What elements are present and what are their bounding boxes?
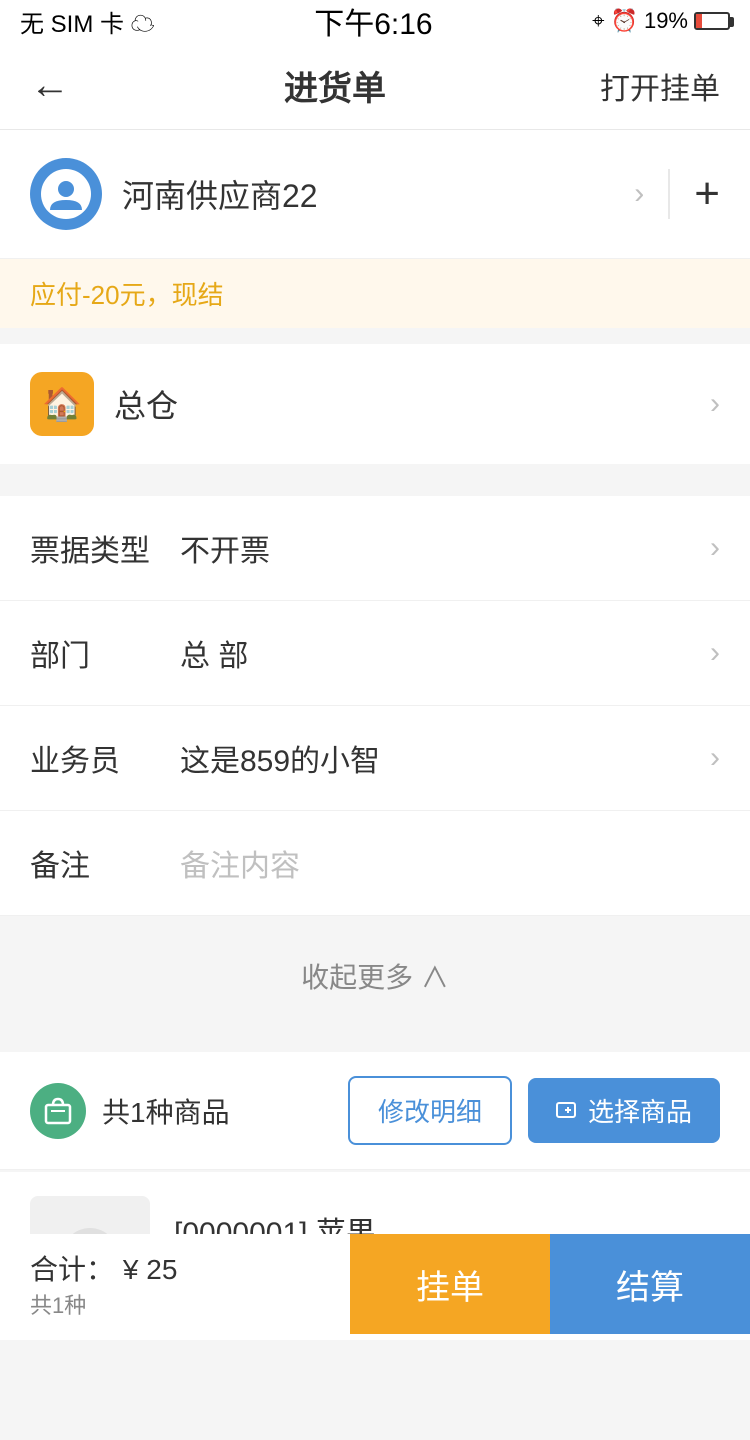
warehouse-icon: 🏠 — [30, 372, 94, 436]
user-icon — [48, 176, 84, 212]
supplier-section: 河南供应商22 › + 应付-20元，现结 — [0, 130, 750, 328]
nav-bar: ← 进货单 打开挂单 — [0, 42, 750, 130]
collapse-more-button[interactable]: 收起更多 ∧ — [0, 932, 750, 1020]
ticket-chevron: › — [710, 531, 720, 565]
gap1 — [0, 480, 750, 496]
salesperson-value: 这是859的小智 — [180, 736, 710, 780]
department-chevron: › — [710, 636, 720, 670]
gap2 — [0, 1020, 750, 1036]
warehouse-chevron: › — [710, 387, 720, 421]
supplier-name: 河南供应商22 — [122, 171, 634, 217]
department-row[interactable]: 部门 总 部 › — [0, 601, 750, 706]
status-bar: 无 SIM 卡 ☁ 下午6:16 ⌖ ⏰ 19% — [0, 0, 750, 42]
products-count-label: 共1种商品 — [102, 1091, 348, 1131]
supplier-avatar — [30, 158, 102, 230]
cart-icon — [556, 1099, 580, 1123]
select-product-label: 选择商品 — [588, 1092, 692, 1129]
status-time: 下午6:16 — [314, 0, 432, 43]
department-label: 部门 — [30, 631, 180, 675]
edit-details-button[interactable]: 修改明细 — [348, 1076, 512, 1145]
department-value: 总 部 — [180, 631, 710, 675]
battery-icon — [694, 12, 730, 30]
location-icon: ⌖ — [592, 8, 604, 34]
total-value: ¥ 25 — [123, 1254, 178, 1285]
checkout-button[interactable]: 结算 — [550, 1234, 750, 1334]
supplier-chevron: › — [634, 177, 644, 211]
remark-placeholder[interactable]: 备注内容 — [180, 841, 720, 885]
remark-row[interactable]: 备注 备注内容 — [0, 811, 750, 916]
sim-text: 无 SIM 卡 ☁ — [20, 4, 155, 39]
back-button[interactable]: ← — [30, 63, 70, 108]
salesperson-label: 业务员 — [30, 736, 180, 780]
status-left: 无 SIM 卡 ☁ — [20, 4, 155, 39]
warehouse-section[interactable]: 🏠 总仓 › — [0, 344, 750, 464]
avatar-inner — [41, 169, 91, 219]
products-header: 共1种商品 修改明细 选择商品 — [0, 1052, 750, 1170]
ticket-type-label: 票据类型 — [30, 526, 180, 570]
shopping-bag-icon — [42, 1095, 74, 1127]
products-icon — [30, 1083, 86, 1139]
open-pending-button[interactable]: 打开挂单 — [600, 64, 720, 108]
remark-label: 备注 — [30, 841, 180, 885]
page-title: 进货单 — [284, 61, 386, 110]
battery-text: 19% — [644, 8, 688, 34]
status-right: ⌖ ⏰ 19% — [592, 8, 730, 34]
salesperson-row[interactable]: 业务员 这是859的小智 › — [0, 706, 750, 811]
form-section: 票据类型 不开票 › 部门 总 部 › 业务员 这是859的小智 › 备注 备注… — [0, 496, 750, 916]
supplier-row[interactable]: 河南供应商22 › + — [0, 130, 750, 259]
ticket-type-value: 不开票 — [180, 526, 710, 570]
add-supplier-button[interactable]: + — [694, 169, 720, 219]
total-count: 共1种 — [30, 1288, 320, 1320]
total-section: 合计： ¥ 25 共1种 — [0, 1248, 350, 1320]
warehouse-name: 总仓 — [114, 381, 710, 427]
bottom-bar: 合计： ¥ 25 共1种 挂单 结算 — [0, 1234, 750, 1334]
warning-banner: 应付-20元，现结 — [0, 259, 750, 328]
ticket-type-row[interactable]: 票据类型 不开票 › — [0, 496, 750, 601]
hang-button[interactable]: 挂单 — [350, 1234, 550, 1334]
alarm-icon: ⏰ — [611, 8, 638, 34]
salesperson-chevron: › — [710, 741, 720, 775]
total-label: 合计： — [30, 1254, 114, 1285]
select-product-button[interactable]: 选择商品 — [528, 1078, 720, 1143]
total-amount: 合计： ¥ 25 — [30, 1248, 320, 1288]
vertical-divider — [668, 169, 670, 219]
